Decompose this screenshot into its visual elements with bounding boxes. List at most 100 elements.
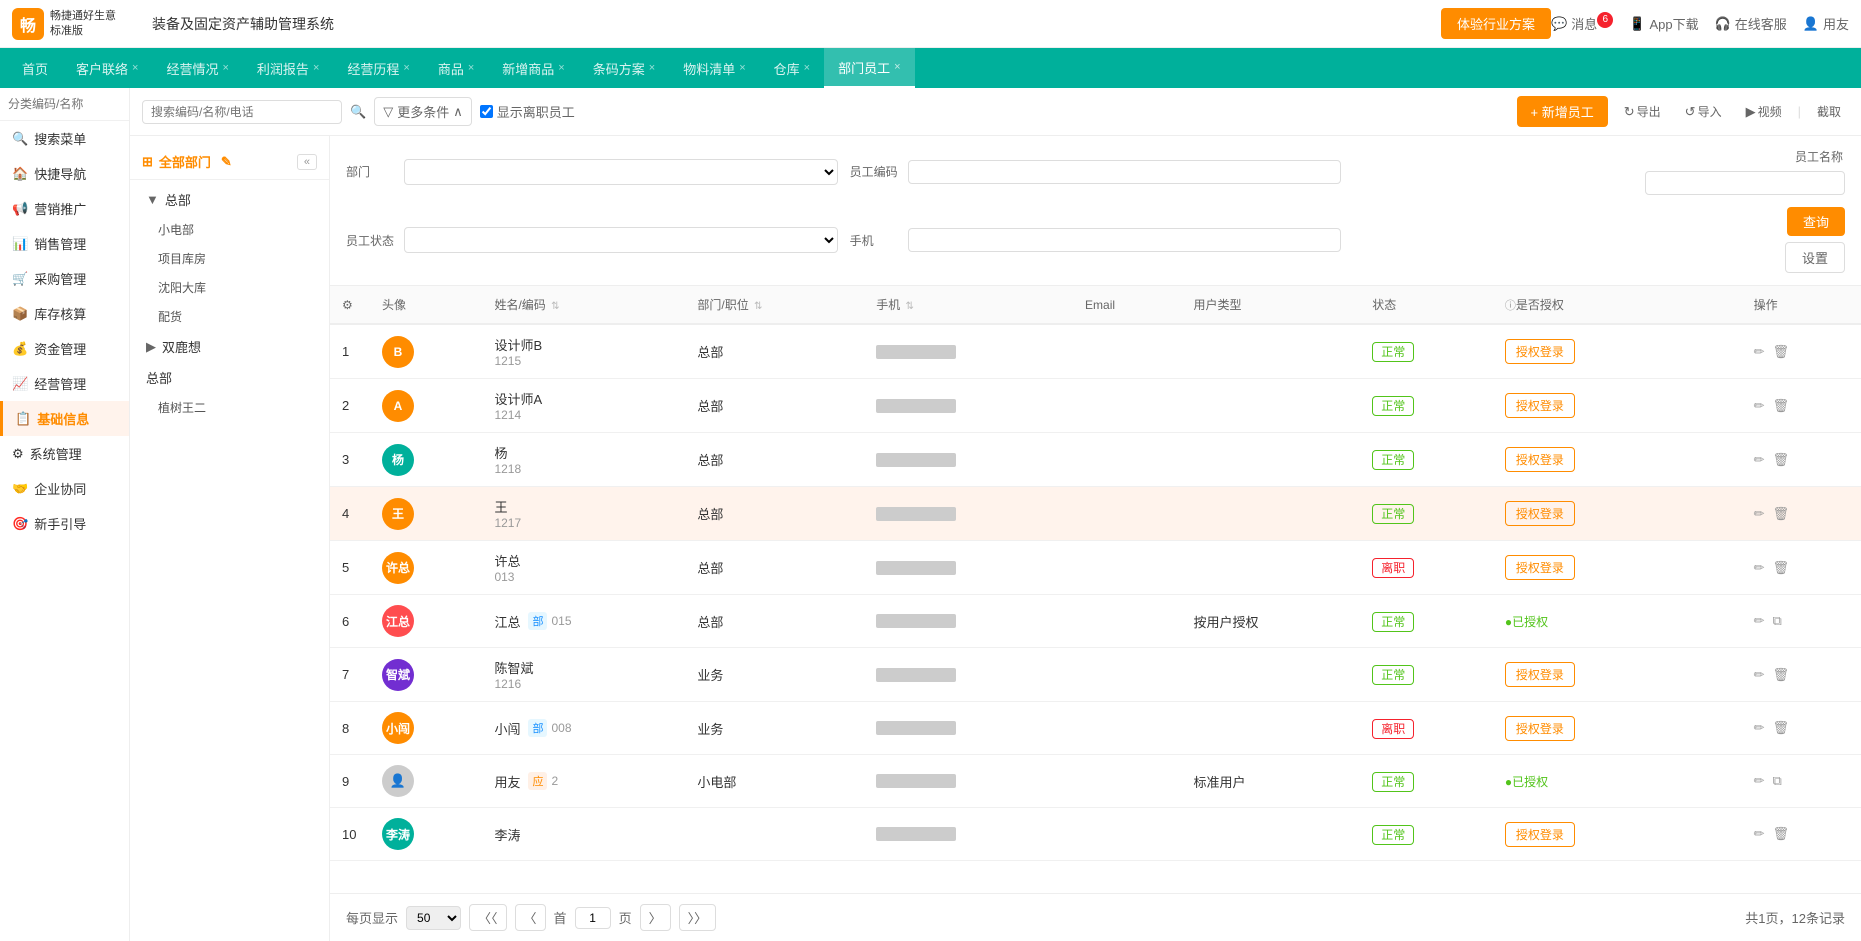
- delete-button[interactable]: 🗑: [1773, 560, 1790, 576]
- view-button[interactable]: ▶ 视频: [1738, 99, 1790, 124]
- auth-login-button[interactable]: 授权登录: [1505, 716, 1575, 741]
- nav-tab-customer[interactable]: 客户联络 ×: [62, 48, 152, 88]
- first-page-button[interactable]: 〈〈: [469, 904, 507, 931]
- delete-button[interactable]: 🗑: [1773, 344, 1790, 360]
- settings-button[interactable]: 设置: [1785, 242, 1845, 273]
- dept-tree-item-xiaodibu[interactable]: 小电部: [130, 215, 329, 244]
- service-action[interactable]: 🎧 在线客服: [1715, 14, 1787, 33]
- sidebar-search-input[interactable]: [8, 97, 130, 111]
- row-email: [1073, 324, 1181, 379]
- trial-button[interactable]: 体验行业方案: [1441, 8, 1551, 39]
- sidebar-item-quick-nav[interactable]: 🏠 快捷导航: [0, 156, 129, 191]
- nav-tab-goods[interactable]: 商品 ×: [424, 48, 488, 88]
- copy-button[interactable]: ⧉: [1773, 773, 1782, 789]
- import-button[interactable]: ↺ 导入: [1677, 99, 1730, 124]
- auth-granted-label: ●已授权: [1505, 613, 1670, 630]
- dept-tree-item-zongbu[interactable]: 总部: [130, 362, 329, 393]
- sidebar-item-operation[interactable]: 📈 经营管理: [0, 366, 129, 401]
- next-page-button[interactable]: 〉: [640, 904, 671, 931]
- search-input[interactable]: [142, 100, 342, 124]
- nav-tab-operation[interactable]: 经营情况 ×: [152, 48, 242, 88]
- nav-tab-new-goods[interactable]: 新增商品 ×: [488, 48, 578, 88]
- last-page-button[interactable]: 〉〉: [679, 904, 717, 931]
- add-employee-button[interactable]: + 新增员工: [1517, 96, 1608, 127]
- sidebar-item-finance[interactable]: 💰 资金管理: [0, 331, 129, 366]
- nav-tab-warehouse[interactable]: 仓库 ×: [760, 48, 824, 88]
- emp-name-filter-input[interactable]: [1645, 171, 1845, 195]
- dept-tree-item-root[interactable]: ▼ 总部: [130, 184, 329, 215]
- emp-code-filter-input[interactable]: [908, 160, 1342, 184]
- edit-button[interactable]: ✏: [1754, 773, 1765, 789]
- col-phone[interactable]: 手机 ⇅: [864, 286, 1073, 324]
- col-settings[interactable]: ⚙: [330, 286, 370, 324]
- show-resigned-checkbox[interactable]: [480, 105, 493, 118]
- delete-button[interactable]: 🗑: [1773, 720, 1790, 736]
- auth-login-button[interactable]: 授权登录: [1505, 501, 1575, 526]
- copy-button[interactable]: ⧉: [1773, 613, 1782, 629]
- col-dept-pos[interactable]: 部门/职位 ⇅: [685, 286, 864, 324]
- edit-button[interactable]: ✏: [1754, 344, 1765, 360]
- sidebar-item-purchase[interactable]: 🛒 采购管理: [0, 261, 129, 296]
- col-name-code[interactable]: 姓名/编码 ⇅: [482, 286, 685, 324]
- edit-button[interactable]: ✏: [1754, 667, 1765, 683]
- nav-tab-home[interactable]: 首页: [8, 48, 62, 88]
- row-email: [1073, 808, 1181, 861]
- sidebar-item-search[interactable]: 🔍 搜索菜单: [0, 121, 129, 156]
- dept-tree-item-shenyang[interactable]: 沈阳大库: [130, 273, 329, 302]
- dept-tree-item-distribution[interactable]: 配货: [130, 302, 329, 331]
- nav-tab-dept-staff[interactable]: 部门员工 ×: [824, 48, 914, 88]
- status-filter-select[interactable]: [404, 227, 838, 253]
- row-avatar: 江总: [370, 595, 482, 648]
- auth-login-button[interactable]: 授权登录: [1505, 822, 1575, 847]
- edit-button[interactable]: ✏: [1754, 720, 1765, 736]
- sidebar-item-system[interactable]: ⚙ 系统管理: [0, 436, 129, 471]
- edit-button[interactable]: ✏: [1754, 613, 1765, 629]
- nav-tab-profit[interactable]: 利润报告 ×: [243, 48, 333, 88]
- query-button[interactable]: 查询: [1787, 207, 1845, 236]
- prev-page-button[interactable]: 〈: [515, 904, 546, 931]
- dept-tree-item-shuanglu[interactable]: ▶ 双鹿想: [130, 331, 329, 362]
- edit-button[interactable]: ✏: [1754, 506, 1765, 522]
- edit-button[interactable]: ✏: [1754, 398, 1765, 414]
- sidebar-item-sales[interactable]: 📊 销售管理: [0, 226, 129, 261]
- more-button[interactable]: 截取: [1809, 99, 1849, 124]
- search-button[interactable]: 🔍: [350, 104, 366, 120]
- per-page-select[interactable]: 50 100: [406, 906, 461, 930]
- nav-tab-history[interactable]: 经营历程 ×: [333, 48, 423, 88]
- auth-login-button[interactable]: 授权登录: [1505, 393, 1575, 418]
- auth-login-button[interactable]: 授权登录: [1505, 662, 1575, 687]
- filter-more-button[interactable]: ▽ 更多条件 ∧: [374, 97, 472, 126]
- edit-button[interactable]: ✏: [1754, 826, 1765, 842]
- delete-button[interactable]: 🗑: [1773, 398, 1790, 414]
- sidebar-item-enterprise[interactable]: 🤝 企业协同: [0, 471, 129, 506]
- delete-button[interactable]: 🗑: [1773, 826, 1790, 842]
- collapse-tree-button[interactable]: «: [297, 154, 317, 170]
- delete-button[interactable]: 🗑: [1773, 506, 1790, 522]
- sidebar-item-guide[interactable]: 🎯 新手引导: [0, 506, 129, 541]
- app-download-action[interactable]: 📱 App下载: [1629, 14, 1698, 33]
- auth-login-button[interactable]: 授权登录: [1505, 447, 1575, 472]
- sidebar-item-inventory[interactable]: 📦 库存核算: [0, 296, 129, 331]
- dept-tree-item-project[interactable]: 项目库房: [130, 244, 329, 273]
- delete-button[interactable]: 🗑: [1773, 452, 1790, 468]
- message-action[interactable]: 💬 消息 6: [1551, 14, 1613, 33]
- nav-tab-barcode[interactable]: 条码方案 ×: [579, 48, 669, 88]
- dept-tree-item-zhishu[interactable]: 植树王二: [130, 393, 329, 422]
- edit-button[interactable]: ✏: [1754, 452, 1765, 468]
- edit-button[interactable]: ✏: [1754, 560, 1765, 576]
- auth-login-button[interactable]: 授权登录: [1505, 339, 1575, 364]
- dept-filter-select[interactable]: [404, 159, 838, 185]
- dept-edit-icon[interactable]: ✎: [221, 154, 232, 170]
- phone-filter-input[interactable]: [908, 228, 1342, 252]
- export-button[interactable]: ↻ 导出: [1616, 99, 1669, 124]
- auth-login-button[interactable]: 授权登录: [1505, 555, 1575, 580]
- delete-button[interactable]: 🗑: [1773, 667, 1790, 683]
- sidebar-item-marketing[interactable]: 📢 营销推广: [0, 191, 129, 226]
- show-resigned-label[interactable]: 显示离职员工: [480, 102, 575, 121]
- row-name-code: 许总013: [482, 541, 685, 595]
- row-name-code: 用友 应 2: [482, 755, 685, 808]
- sidebar-item-basic-info[interactable]: 📋 基础信息: [0, 401, 129, 436]
- user-action[interactable]: 👤 用友: [1803, 14, 1849, 33]
- nav-tab-material[interactable]: 物料清单 ×: [669, 48, 759, 88]
- page-number-input[interactable]: [575, 907, 611, 929]
